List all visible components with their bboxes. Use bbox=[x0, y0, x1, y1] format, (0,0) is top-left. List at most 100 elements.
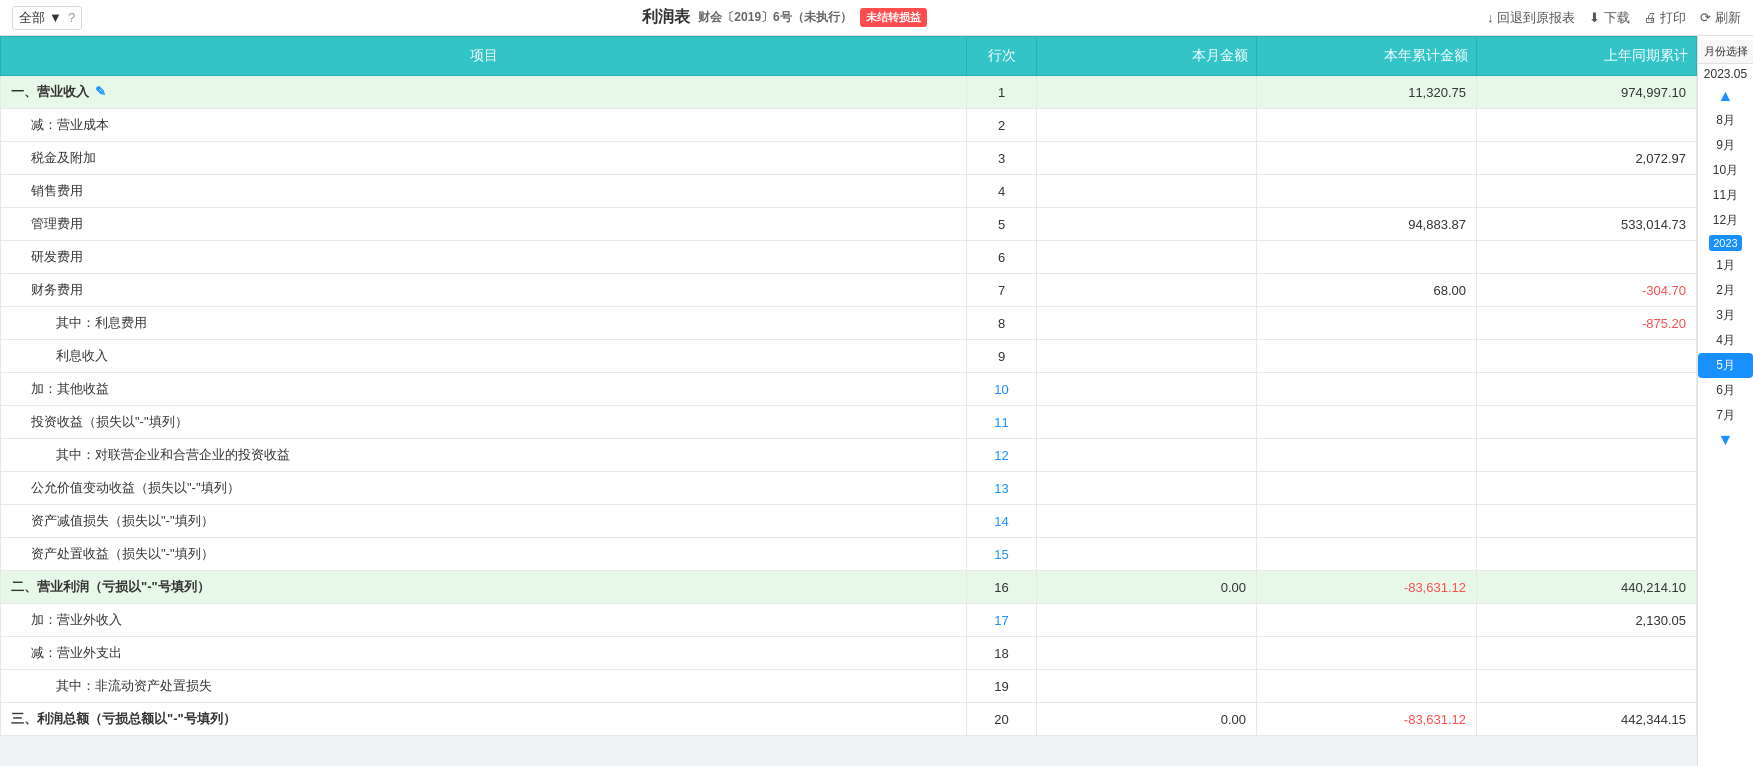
cell-month bbox=[1037, 505, 1257, 538]
table-row: 减：营业成本2 bbox=[1, 109, 1697, 142]
header-item: 项目 bbox=[1, 37, 967, 76]
month-5[interactable]: 5月 bbox=[1698, 353, 1753, 378]
table-row: 资产减值损失（损失以"-"填列）14 bbox=[1, 505, 1697, 538]
cell-prev: 2,072.97 bbox=[1477, 142, 1697, 175]
cell-prev bbox=[1477, 538, 1697, 571]
cell-month bbox=[1037, 406, 1257, 439]
cell-item: 一、营业收入✎ bbox=[1, 76, 967, 109]
cell-item: 资产处置收益（损失以"-"填列） bbox=[1, 538, 967, 571]
cell-prev bbox=[1477, 406, 1697, 439]
download-button[interactable]: ⬇ 下载 bbox=[1589, 9, 1630, 27]
cell-month bbox=[1037, 439, 1257, 472]
cell-item: 二、营业利润（亏损以"-"号填列） bbox=[1, 571, 967, 604]
table-row: 财务费用768.00-304.70 bbox=[1, 274, 1697, 307]
cell-year bbox=[1257, 637, 1477, 670]
cell-year bbox=[1257, 307, 1477, 340]
month-7[interactable]: 7月 bbox=[1698, 403, 1753, 428]
table-header-row: 项目 行次 本月金额 本年累计金额 上年同期累计 bbox=[1, 37, 1697, 76]
nav-down-button[interactable]: ▼ bbox=[1698, 428, 1753, 452]
nav-up-button[interactable]: ▲ bbox=[1698, 84, 1753, 108]
cell-row-num: 12 bbox=[967, 439, 1037, 472]
cell-month bbox=[1037, 373, 1257, 406]
table-row: 利息收入9 bbox=[1, 340, 1697, 373]
cell-row-num: 10 bbox=[967, 373, 1037, 406]
cell-prev bbox=[1477, 637, 1697, 670]
month-6[interactable]: 6月 bbox=[1698, 378, 1753, 403]
cell-row-num: 8 bbox=[967, 307, 1037, 340]
cell-item: 财务费用 bbox=[1, 274, 967, 307]
cell-row-num: 7 bbox=[967, 274, 1037, 307]
all-select-dropdown[interactable]: 全部 ▼ ? bbox=[12, 6, 82, 30]
cell-row-num: 5 bbox=[967, 208, 1037, 241]
cell-year bbox=[1257, 340, 1477, 373]
cell-row-num: 6 bbox=[967, 241, 1037, 274]
cell-prev bbox=[1477, 340, 1697, 373]
cell-row-num: 9 bbox=[967, 340, 1037, 373]
cell-item: 其中：利息费用 bbox=[1, 307, 967, 340]
refresh-button[interactable]: ⟳ 刷新 bbox=[1700, 9, 1741, 27]
help-icon[interactable]: ? bbox=[68, 10, 75, 25]
month-2[interactable]: 2月 bbox=[1698, 278, 1753, 303]
cell-item: 研发费用 bbox=[1, 241, 967, 274]
cell-item: 利息收入 bbox=[1, 340, 967, 373]
table-row: 其中：对联营企业和合营企业的投资收益12 bbox=[1, 439, 1697, 472]
cell-prev bbox=[1477, 439, 1697, 472]
cell-month bbox=[1037, 340, 1257, 373]
month-11[interactable]: 11月 bbox=[1698, 183, 1753, 208]
cell-year bbox=[1257, 109, 1477, 142]
cell-year: 11,320.75 bbox=[1257, 76, 1477, 109]
main-container: 项目 行次 本月金额 本年累计金额 上年同期累计 一、营业收入✎111,320.… bbox=[0, 36, 1753, 766]
month-9[interactable]: 9月 bbox=[1698, 133, 1753, 158]
cell-item: 加：其他收益 bbox=[1, 373, 967, 406]
month-4[interactable]: 4月 bbox=[1698, 328, 1753, 353]
table-row: 其中：利息费用8-875.20 bbox=[1, 307, 1697, 340]
month-8[interactable]: 8月 bbox=[1698, 108, 1753, 133]
header-prev: 上年同期累计 bbox=[1477, 37, 1697, 76]
dropdown-icon: ▼ bbox=[49, 10, 62, 25]
cell-year bbox=[1257, 604, 1477, 637]
cell-row-num: 2 bbox=[967, 109, 1037, 142]
cell-month bbox=[1037, 472, 1257, 505]
cell-month bbox=[1037, 76, 1257, 109]
cell-item: 销售费用 bbox=[1, 175, 967, 208]
edit-icon[interactable]: ✎ bbox=[95, 84, 106, 99]
cell-month bbox=[1037, 142, 1257, 175]
cell-year bbox=[1257, 670, 1477, 703]
table-area: 项目 行次 本月金额 本年累计金额 上年同期累计 一、营业收入✎111,320.… bbox=[0, 36, 1697, 766]
cell-item: 加：营业外收入 bbox=[1, 604, 967, 637]
cell-item: 其中：非流动资产处置损失 bbox=[1, 670, 967, 703]
table-row: 税金及附加32,072.97 bbox=[1, 142, 1697, 175]
sidebar-year-label: 2023.05 bbox=[1698, 64, 1753, 84]
cell-month bbox=[1037, 670, 1257, 703]
sidebar-title: 月份选择 bbox=[1698, 40, 1753, 64]
cell-prev bbox=[1477, 109, 1697, 142]
status-badge[interactable]: 未结转损益 bbox=[860, 8, 927, 27]
table-row: 减：营业外支出18 bbox=[1, 637, 1697, 670]
cell-month bbox=[1037, 604, 1257, 637]
month-1[interactable]: 1月 bbox=[1698, 253, 1753, 278]
print-button[interactable]: 🖨 打印 bbox=[1644, 9, 1687, 27]
cell-year: 68.00 bbox=[1257, 274, 1477, 307]
month-12[interactable]: 12月 bbox=[1698, 208, 1753, 233]
cell-item: 减：营业外支出 bbox=[1, 637, 967, 670]
cell-year bbox=[1257, 406, 1477, 439]
cell-year bbox=[1257, 142, 1477, 175]
month-3[interactable]: 3月 bbox=[1698, 303, 1753, 328]
table-row: 投资收益（损失以"-"填列）11 bbox=[1, 406, 1697, 439]
back-button[interactable]: ↓ 回退到原报表 bbox=[1487, 9, 1575, 27]
cell-item: 减：营业成本 bbox=[1, 109, 967, 142]
cell-prev: 533,014.73 bbox=[1477, 208, 1697, 241]
cell-row-num: 3 bbox=[967, 142, 1037, 175]
cell-year bbox=[1257, 538, 1477, 571]
month-10[interactable]: 10月 bbox=[1698, 158, 1753, 183]
sidebar-right: 月份选择 2023.05 ▲ 8月 9月 10月 11月 12月 2023 1月… bbox=[1697, 36, 1753, 766]
cell-prev bbox=[1477, 505, 1697, 538]
cell-month bbox=[1037, 538, 1257, 571]
table-row: 管理费用594,883.87533,014.73 bbox=[1, 208, 1697, 241]
top-bar: 全部 ▼ ? 利润表 财会〔2019〕6号（未执行） 未结转损益 ↓ 回退到原报… bbox=[0, 0, 1753, 36]
cell-item: 其中：对联营企业和合营企业的投资收益 bbox=[1, 439, 967, 472]
table-row: 一、营业收入✎111,320.75974,997.10 bbox=[1, 76, 1697, 109]
cell-year bbox=[1257, 439, 1477, 472]
table-row: 加：其他收益10 bbox=[1, 373, 1697, 406]
table-row: 销售费用4 bbox=[1, 175, 1697, 208]
